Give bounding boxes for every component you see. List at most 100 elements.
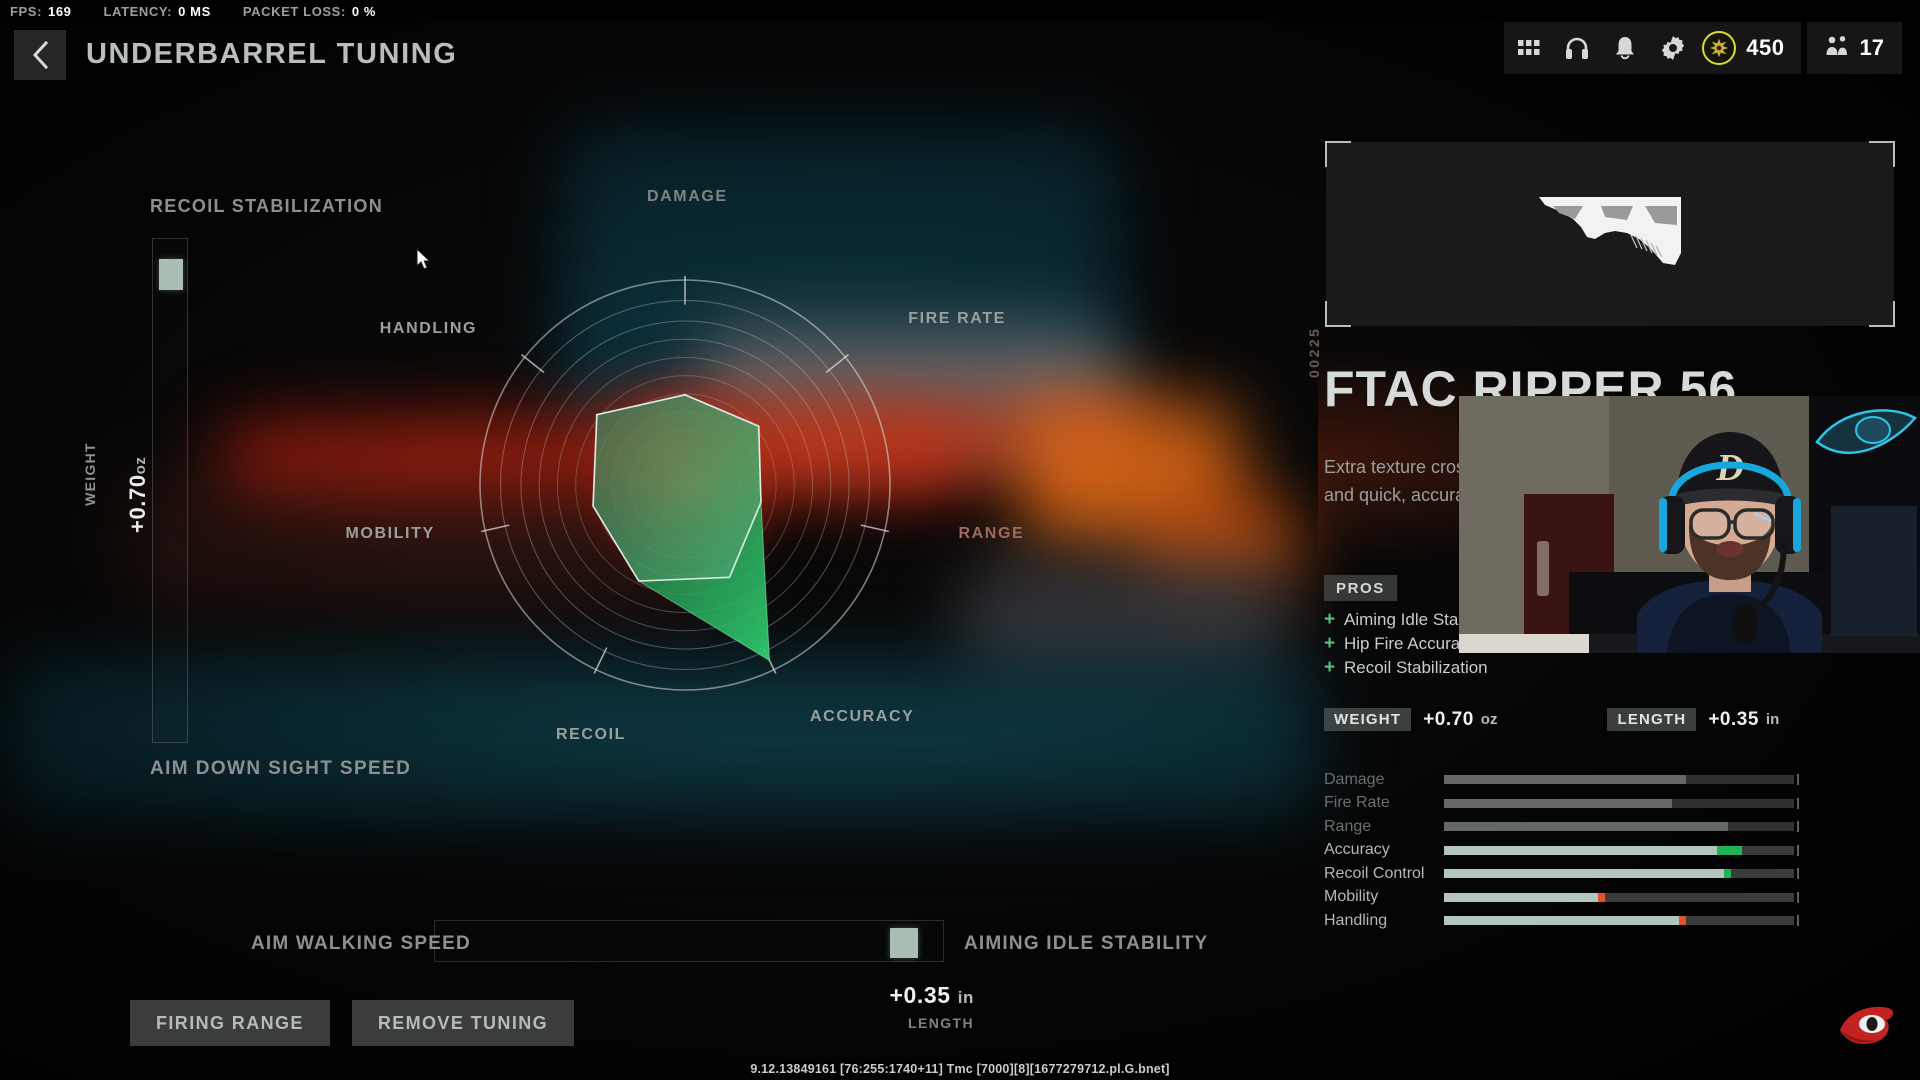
cod-points-icon	[1702, 31, 1737, 65]
pro-label: Hip Fire Accuracy	[1344, 634, 1478, 653]
build-version-string: 9.12.13849161 [76:255:1740+11] Tmc [7000…	[750, 1062, 1170, 1076]
stat-end-marker	[1797, 797, 1799, 809]
stat-row: Handling	[1324, 909, 1884, 933]
stat-track	[1444, 915, 1799, 927]
stat-end-marker	[1797, 774, 1799, 786]
performance-status-bar: FPS: 169 LATENCY: 0 MS PACKET LOSS: 0 %	[0, 0, 1920, 22]
horizontal-slider-axis-label: LENGTH	[908, 1015, 974, 1031]
stat-fill	[1444, 822, 1728, 832]
stat-end-marker	[1797, 915, 1799, 927]
stat-name: Damage	[1324, 770, 1385, 788]
party-display[interactable]: 17	[1806, 22, 1902, 74]
stat-row: Fire Rate	[1324, 792, 1884, 816]
packet-loss-value: 0 %	[351, 3, 377, 19]
length-badge: LENGTH	[1607, 708, 1697, 731]
attachment-preview	[1325, 141, 1895, 327]
red-eye-logo-icon	[1838, 1004, 1896, 1046]
stat-fill	[1444, 798, 1672, 808]
horizontal-slider-right-label: AIMING IDLE STABILITY	[964, 933, 1209, 954]
attribute-radar-chart: DAMAGE FIRE RATE RANGE ACCURACY RECOIL MOBILI…	[346, 188, 1023, 743]
stat-track	[1444, 868, 1799, 880]
weight-unit: oz	[1480, 711, 1498, 728]
chevron-left-icon	[31, 41, 49, 69]
stat-delta-negative	[1678, 916, 1686, 926]
horizontal-slider-track[interactable]	[434, 920, 944, 962]
vertical-slider-value: +0.70oz	[125, 456, 150, 533]
stat-fill	[1444, 916, 1686, 926]
stat-fill	[1444, 892, 1605, 902]
weight-value: +0.70	[1423, 708, 1474, 730]
stat-end-marker	[1797, 891, 1799, 903]
stat-fill	[1444, 775, 1686, 785]
length-value: +0.35	[1708, 708, 1759, 730]
currency-value: 450	[1746, 35, 1785, 60]
stat-fill	[1444, 845, 1717, 855]
stat-name: Handling	[1324, 911, 1388, 929]
stat-track	[1444, 891, 1799, 903]
stat-fill	[1444, 869, 1724, 879]
latency-label: LATENCY:	[103, 3, 173, 19]
stat-track	[1444, 774, 1799, 786]
underbarrel-grip-icon	[1535, 193, 1685, 276]
stat-name: Recoil Control	[1324, 864, 1425, 882]
fps-label: FPS:	[10, 3, 43, 19]
fps-value: 169	[48, 3, 72, 19]
page-title: UNDERBARREL TUNING	[86, 38, 458, 70]
stat-name: Range	[1324, 817, 1372, 835]
vertical-slider-top-label: RECOIL STABILIZATION	[150, 196, 383, 216]
attachment-code: 00225	[1306, 326, 1322, 378]
pro-item: + Recoil Stabilization	[1324, 656, 1492, 680]
apps-grid-icon[interactable]	[1516, 35, 1542, 61]
firing-range-button[interactable]: FIRING RANGE	[130, 1000, 330, 1046]
back-button[interactable]	[14, 30, 66, 80]
quick-icons-group	[1504, 22, 1699, 74]
top-right-cluster: 450 17	[1504, 22, 1902, 74]
stat-track	[1444, 821, 1799, 833]
headset-icon[interactable]	[1564, 35, 1590, 61]
vertical-slider-track[interactable]	[152, 238, 188, 743]
radar-axis-label: RANGE	[958, 524, 1025, 542]
stat-end-marker	[1797, 844, 1799, 856]
stat-track	[1444, 797, 1799, 809]
vertical-slider-thumb[interactable]	[159, 259, 183, 290]
stat-row: Mobility	[1324, 886, 1884, 910]
pro-label: Recoil Stabilization	[1344, 658, 1488, 677]
latency-value: 0 MS	[178, 3, 211, 19]
radar-axis-label: ACCURACY	[810, 708, 915, 726]
stat-end-marker	[1797, 868, 1799, 880]
stat-track	[1444, 844, 1799, 856]
stat-delta-positive	[1724, 869, 1731, 879]
pros-heading: PROS	[1324, 575, 1397, 601]
mouse-cursor	[416, 247, 431, 275]
plus-icon: +	[1324, 633, 1336, 654]
length-unit: in	[1765, 711, 1780, 728]
stat-end-marker	[1797, 821, 1799, 833]
stat-row: Range	[1324, 815, 1884, 839]
stat-delta-negative	[1598, 892, 1605, 902]
radar-axis-label: RECOIL	[555, 726, 627, 744]
gear-icon[interactable]	[1660, 35, 1686, 61]
stat-name: Accuracy	[1324, 841, 1390, 859]
radar-axis-label: HANDLING	[379, 320, 478, 338]
radar-axis-label: DAMAGE	[647, 188, 728, 205]
remove-tuning-button[interactable]: REMOVE TUNING	[351, 1000, 575, 1046]
stat-name: Fire Rate	[1324, 794, 1390, 812]
horizontal-slider-value: +0.35 in	[889, 982, 974, 1008]
stat-delta-positive	[1717, 845, 1742, 855]
weight-length-row: WEIGHT +0.70 oz LENGTH +0.35 in	[1324, 708, 1884, 731]
horizontal-slider-thumb[interactable]	[890, 928, 918, 958]
footer-buttons: FIRING RANGE REMOVE TUNING	[130, 1000, 575, 1046]
stat-row: Recoil Control	[1324, 862, 1884, 886]
bell-icon[interactable]	[1612, 35, 1638, 61]
party-count: 17	[1859, 35, 1884, 60]
plus-icon: +	[1324, 657, 1336, 678]
radar-axis-label: FIRE RATE	[908, 310, 1006, 328]
radar-axis-label: MOBILITY	[345, 524, 435, 542]
streamer-webcam-overlay: D	[1459, 396, 1920, 653]
stat-name: Mobility	[1324, 888, 1379, 906]
vertical-slider-axis-label: WEIGHT	[82, 442, 98, 506]
party-icon	[1825, 35, 1851, 62]
currency-display[interactable]: 450	[1698, 22, 1801, 74]
game-screen: FPS: 169 LATENCY: 0 MS PACKET LOSS: 0 % …	[0, 0, 1920, 1080]
packet-loss-label: PACKET LOSS:	[242, 3, 346, 19]
